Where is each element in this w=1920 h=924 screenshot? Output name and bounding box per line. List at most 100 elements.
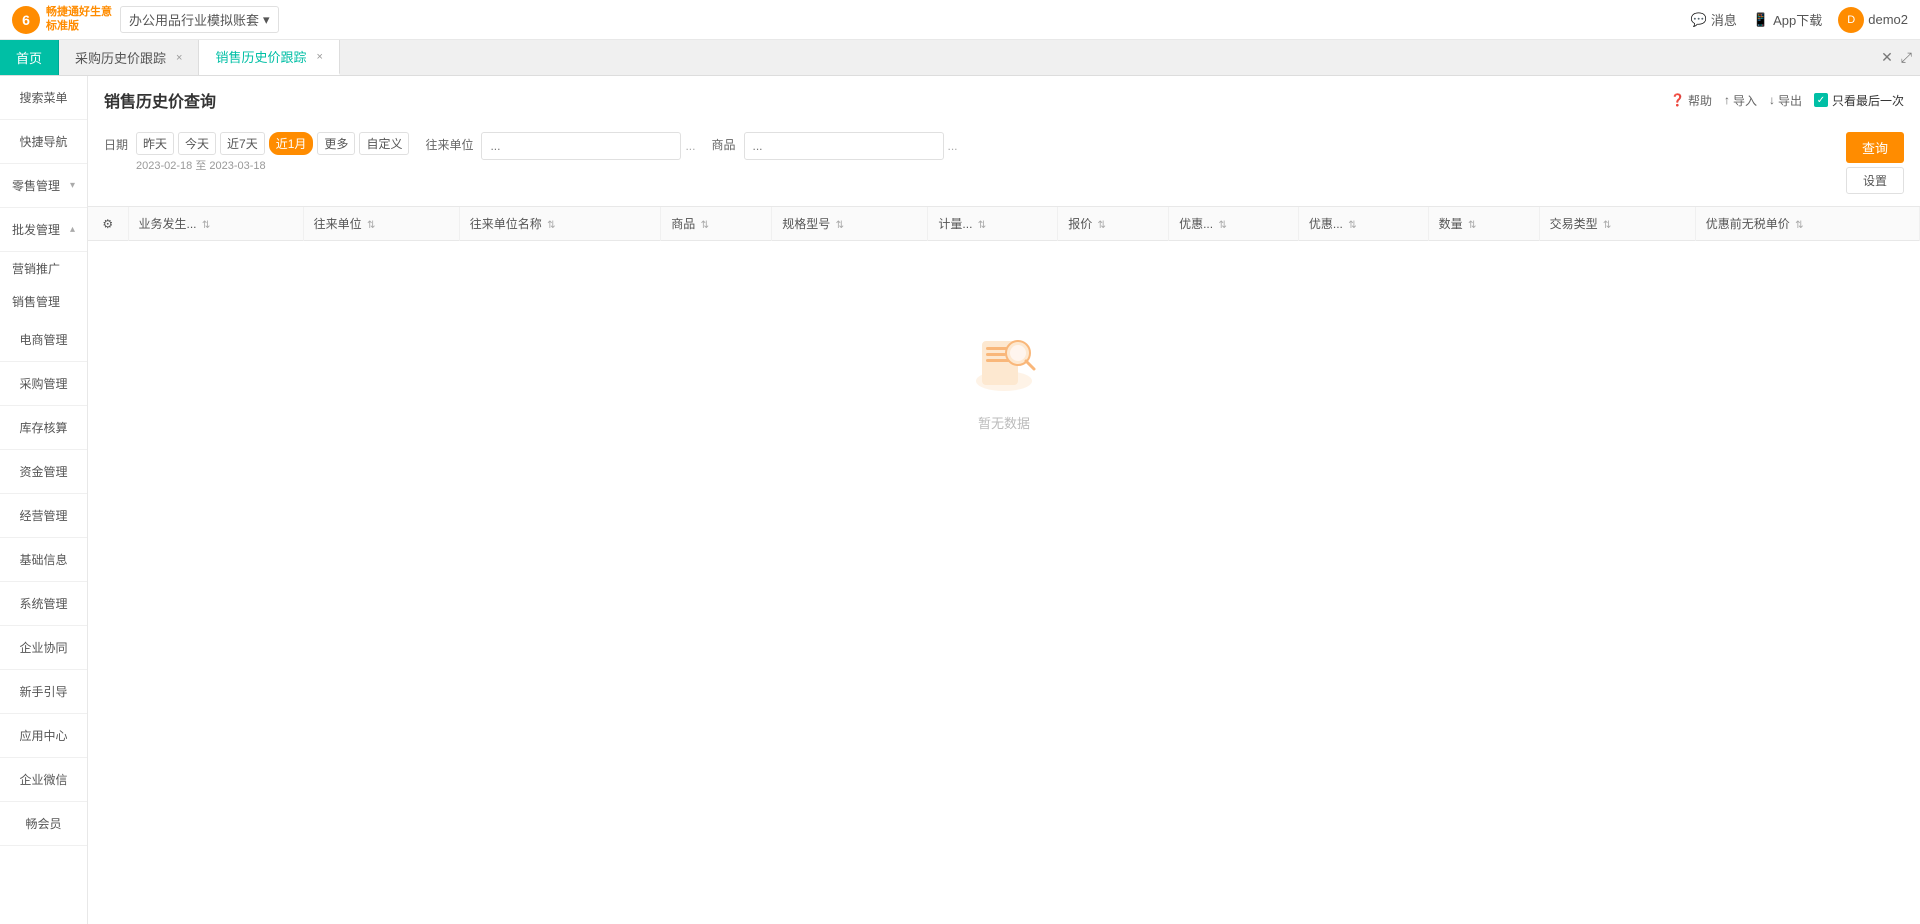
user-profile-button[interactable]: D demo2: [1838, 7, 1908, 33]
table-col-pretax-price[interactable]: 优惠前无税单价 ⇅: [1695, 207, 1919, 241]
page-title-row: 销售历史价查询 ❓ 帮助 ↑ 导入 ↓ 导出 ✓: [104, 88, 1904, 112]
sidebar-item-ecommerce-mgmt[interactable]: 电商管理: [0, 318, 87, 362]
goods-filter-group: 商品 ...: [711, 132, 957, 160]
table-col-quantity[interactable]: 数量 ⇅: [1428, 207, 1539, 241]
import-icon: ↑: [1724, 93, 1730, 107]
table-col-discount1[interactable]: 优惠... ⇅: [1169, 207, 1299, 241]
date-range-display: 2023-02-18 至 2023-03-18: [136, 157, 409, 173]
sidebar-item-inventory[interactable]: 库存核算: [0, 406, 87, 450]
chevron-down-icon: ▾: [70, 180, 75, 191]
topbar-left: 6 畅捷通好生意 标准版 办公用品行业模拟账套 ▾: [12, 6, 279, 34]
sidebar-item-system-mgmt[interactable]: 系统管理: [0, 582, 87, 626]
custom-button[interactable]: 自定义: [359, 132, 409, 155]
content-area: 销售历史价查询 ❓ 帮助 ↑ 导入 ↓ 导出 ✓: [88, 76, 1920, 924]
last7days-button[interactable]: 近7天: [220, 132, 265, 155]
table-container: ⚙ 业务发生... ⇅ 往来单位 ⇅ 往来单位名称 ⇅: [88, 207, 1920, 924]
help-icon: ❓: [1670, 93, 1685, 107]
date-buttons: 昨天 今天 近7天 近1月 更多 自定义: [136, 132, 409, 155]
sort-icon: ⇅: [701, 220, 709, 231]
sort-icon: ⇅: [202, 220, 210, 231]
sort-icon: ⇅: [1348, 220, 1356, 231]
sidebar-item-operation-mgmt[interactable]: 经营管理: [0, 494, 87, 538]
more-button[interactable]: 更多: [317, 132, 355, 155]
import-button[interactable]: ↑ 导入: [1724, 92, 1757, 109]
table-col-settings[interactable]: ⚙: [88, 207, 128, 241]
app-download-button[interactable]: 📱 App下载: [1753, 10, 1822, 29]
tab-purchase[interactable]: 采购历史价跟踪 ×: [59, 40, 199, 75]
empty-illustration: [964, 321, 1044, 401]
message-button[interactable]: 💬 消息: [1691, 10, 1737, 29]
sidebar-item-basic-info[interactable]: 基础信息: [0, 538, 87, 582]
sidebar-item-enterprise-wechat[interactable]: 企业微信: [0, 758, 87, 802]
topbar-right: 💬 消息 📱 App下载 D demo2: [1691, 7, 1908, 33]
empty-text: 暂无数据: [978, 413, 1030, 432]
page-actions: ❓ 帮助 ↑ 导入 ↓ 导出 ✓ 只看最后一次: [1670, 92, 1904, 109]
only-last-checkbox-label[interactable]: ✓ 只看最后一次: [1814, 92, 1904, 109]
tab-sales-close[interactable]: ×: [316, 51, 322, 63]
sidebar: 搜索菜单 快捷导航 零售管理 ▾ 批发管理 ▴ 营销推广 销售管理 电商管理 采…: [0, 76, 88, 924]
chevron-down-icon: ▾: [263, 12, 270, 28]
table-col-quote[interactable]: 报价 ⇅: [1058, 207, 1169, 241]
last1month-button[interactable]: 近1月: [269, 132, 314, 155]
yesterday-button[interactable]: 昨天: [136, 132, 174, 155]
sidebar-item-purchase-mgmt[interactable]: 采购管理: [0, 362, 87, 406]
sidebar-item-retail-mgmt[interactable]: 零售管理 ▾: [0, 164, 87, 208]
company-selector[interactable]: 办公用品行业模拟账套 ▾: [120, 6, 279, 33]
tab-sales[interactable]: 销售历史价跟踪 ×: [199, 40, 339, 75]
partner-filter-group: 往来单位 ...: [425, 132, 695, 160]
phone-icon: 📱: [1753, 12, 1769, 28]
sidebar-item-marketing[interactable]: 营销推广: [0, 252, 87, 285]
sidebar-item-enterprise[interactable]: 企业协同: [0, 626, 87, 670]
partner-picker-icon[interactable]: ...: [685, 139, 695, 153]
partner-input-wrapper: ...: [481, 132, 695, 160]
table-col-unit[interactable]: 计量... ⇅: [928, 207, 1058, 241]
page-header: 销售历史价查询 ❓ 帮助 ↑ 导入 ↓ 导出 ✓: [88, 76, 1920, 207]
export-icon: ↓: [1769, 93, 1775, 107]
sidebar-item-quick-nav[interactable]: 快捷导航: [0, 120, 87, 164]
filter-actions: 查询 设置: [1846, 132, 1904, 194]
sidebar-item-wholesale-mgmt[interactable]: 批发管理 ▴: [0, 208, 87, 252]
table-col-trade-type[interactable]: 交易类型 ⇅: [1539, 207, 1695, 241]
tab-purchase-close[interactable]: ×: [176, 52, 182, 64]
sidebar-item-sales-mgmt[interactable]: 销售管理: [0, 285, 87, 318]
sidebar-item-app-center[interactable]: 应用中心: [0, 714, 87, 758]
logo: 6 畅捷通好生意 标准版: [12, 6, 112, 34]
sort-icon: ⇅: [1468, 220, 1476, 231]
tab-home[interactable]: 首页: [0, 40, 59, 75]
table-col-biz-date[interactable]: 业务发生... ⇅: [128, 207, 303, 241]
partner-input[interactable]: [481, 132, 681, 160]
sidebar-item-member[interactable]: 畅会员: [0, 802, 87, 846]
table-col-partner-code[interactable]: 往来单位 ⇅: [303, 207, 459, 241]
data-table: ⚙ 业务发生... ⇅ 往来单位 ⇅ 往来单位名称 ⇅: [88, 207, 1920, 241]
chat-icon: 💬: [1691, 12, 1707, 28]
goods-input-wrapper: ...: [744, 132, 958, 160]
partner-label: 往来单位: [425, 132, 473, 153]
table-col-spec[interactable]: 规格型号 ⇅: [772, 207, 928, 241]
query-button[interactable]: 查询: [1846, 132, 1904, 163]
help-button[interactable]: ❓ 帮助: [1670, 92, 1712, 109]
goods-input[interactable]: [744, 132, 944, 160]
sort-icon: ⇅: [836, 220, 844, 231]
close-all-tabs-button[interactable]: ✕: [1881, 49, 1893, 66]
sidebar-item-search-menu[interactable]: 搜索菜单: [0, 76, 87, 120]
table-col-discount2[interactable]: 优惠... ⇅: [1298, 207, 1428, 241]
table-header-row: ⚙ 业务发生... ⇅ 往来单位 ⇅ 往来单位名称 ⇅: [88, 207, 1920, 241]
topbar: 6 畅捷通好生意 标准版 办公用品行业模拟账套 ▾ 💬 消息 📱 App下载 D…: [0, 0, 1920, 40]
sidebar-item-beginner[interactable]: 新手引导: [0, 670, 87, 714]
sort-icon: ⇅: [367, 220, 375, 231]
tabbar-controls: ✕ ⤢: [1873, 40, 1920, 75]
sidebar-item-finance-mgmt[interactable]: 资金管理: [0, 450, 87, 494]
expand-button[interactable]: ⤢: [1901, 49, 1912, 66]
table-col-goods[interactable]: 商品 ⇅: [661, 207, 772, 241]
goods-picker-icon[interactable]: ...: [948, 139, 958, 153]
export-button[interactable]: ↓ 导出: [1769, 92, 1802, 109]
empty-state: 暂无数据: [88, 241, 1920, 512]
sort-icon: ⇅: [978, 220, 986, 231]
table-col-partner-name[interactable]: 往来单位名称 ⇅: [459, 207, 661, 241]
sort-icon: ⇅: [1098, 220, 1106, 231]
today-button[interactable]: 今天: [178, 132, 216, 155]
sort-icon: ⇅: [1795, 220, 1803, 231]
filter-bar: 日期 昨天 今天 近7天 近1月 更多 自定义 2023-02-18 至 202…: [104, 124, 1904, 198]
settings-button[interactable]: 设置: [1846, 167, 1904, 194]
logo-text: 畅捷通好生意 标准版: [46, 6, 112, 32]
